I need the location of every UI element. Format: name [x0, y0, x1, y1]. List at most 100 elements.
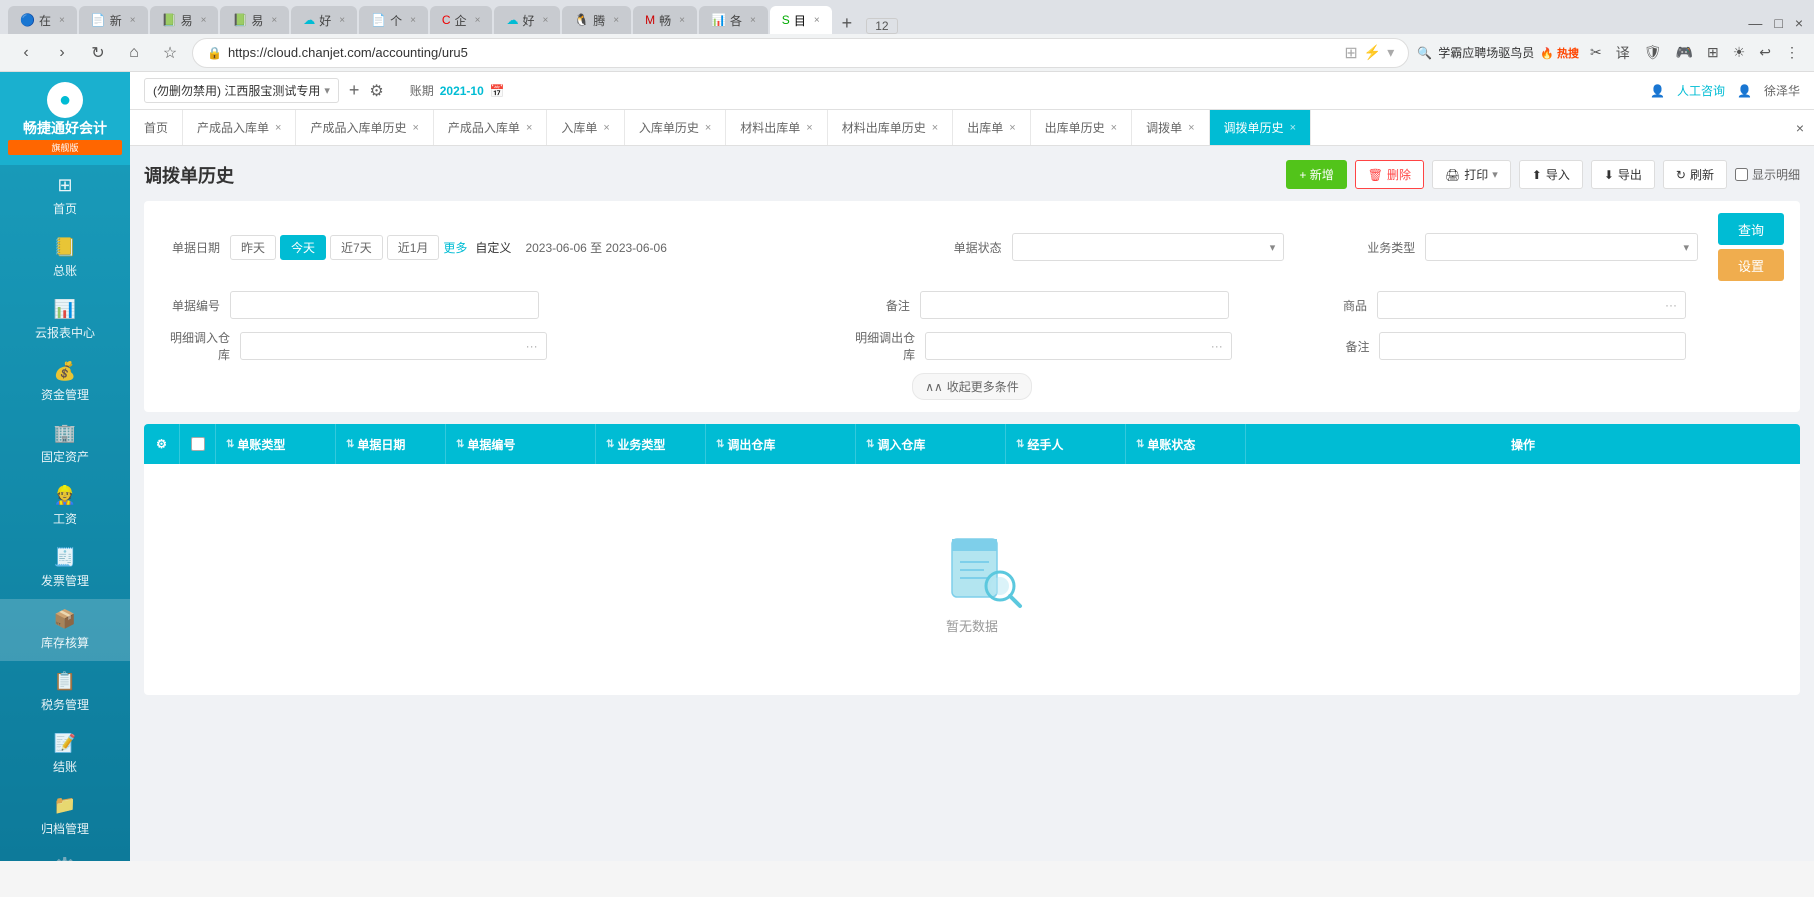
date-btn-today[interactable]: 今天: [280, 235, 326, 260]
import-button[interactable]: ⬆ 导入: [1519, 160, 1583, 189]
query-button[interactable]: 查询: [1718, 213, 1784, 245]
page-tab-8-close[interactable]: ×: [1009, 122, 1015, 134]
sidebar-item-tax[interactable]: 📋 税务管理: [0, 661, 130, 723]
th-in[interactable]: ⇅ 调入仓库: [856, 424, 1006, 464]
note-filter-input[interactable]: [920, 291, 1229, 319]
page-tab-10-close[interactable]: ×: [1188, 122, 1194, 134]
tab-close-all[interactable]: ×: [1786, 120, 1814, 136]
browser-tab-9[interactable]: 🐧腾×: [562, 6, 631, 34]
status-filter-select[interactable]: ▾: [1012, 233, 1285, 261]
th-gear[interactable]: ⚙: [144, 424, 180, 464]
collapse-button[interactable]: ∧∧ 收起更多条件: [912, 373, 1032, 400]
browser-tab-2[interactable]: 📄新×: [79, 6, 148, 34]
page-tab-5-close[interactable]: ×: [705, 122, 711, 134]
header-checkbox[interactable]: [191, 437, 205, 451]
page-tab-7[interactable]: 材料出库单历史 ×: [828, 110, 953, 146]
address-expand[interactable]: ⊞: [1344, 43, 1357, 63]
maximize-button[interactable]: □: [1771, 12, 1785, 34]
sun-button[interactable]: ☀: [1730, 41, 1749, 64]
refresh-button[interactable]: ↻ 刷新: [1663, 160, 1727, 189]
game-button[interactable]: 🎮: [1673, 41, 1696, 64]
date-custom[interactable]: 自定义: [475, 239, 511, 256]
new-button[interactable]: + 新增: [1286, 160, 1346, 189]
page-tab-7-close[interactable]: ×: [932, 122, 938, 134]
number-filter-input[interactable]: [230, 291, 539, 319]
note2-filter-input[interactable]: [1379, 332, 1686, 360]
sidebar-item-settings[interactable]: ⚙️ 基础设置: [0, 847, 130, 861]
th-handler[interactable]: ⇅ 经手人: [1006, 424, 1126, 464]
setting-button[interactable]: 设置: [1718, 249, 1784, 281]
address-lightning[interactable]: ⚡: [1364, 44, 1381, 61]
browser-tab-6[interactable]: 📄个×: [359, 6, 428, 34]
sidebar-item-payroll[interactable]: 👷 工资: [0, 475, 130, 537]
out-warehouse-select[interactable]: ···: [925, 332, 1232, 360]
star-button[interactable]: ☆: [156, 39, 184, 67]
th-type[interactable]: ⇅ 单账类型: [216, 424, 336, 464]
th-date[interactable]: ⇅ 单据日期: [336, 424, 446, 464]
page-tab-1-close[interactable]: ×: [275, 122, 281, 134]
th-check[interactable]: [180, 424, 216, 464]
page-tab-home[interactable]: 首页: [130, 110, 183, 146]
date-more[interactable]: 更多: [443, 239, 467, 256]
browser-tab-12[interactable]: S目×: [770, 6, 832, 34]
new-tab-button[interactable]: +: [834, 13, 861, 34]
sidebar-item-funds[interactable]: 💰 资金管理: [0, 351, 130, 413]
grid-button[interactable]: ⊞: [1704, 41, 1722, 64]
sidebar-item-reports[interactable]: 📊 云报表中心: [0, 289, 130, 351]
date-btn-7days[interactable]: 近7天: [330, 235, 383, 260]
browser-tab-7[interactable]: C企×: [430, 6, 493, 34]
in-warehouse-select[interactable]: ···: [240, 332, 547, 360]
address-chevron[interactable]: ▾: [1387, 44, 1394, 61]
th-status[interactable]: ⇅ 单账状态: [1126, 424, 1246, 464]
page-tab-1[interactable]: 产成品入库单 ×: [183, 110, 296, 146]
sidebar-item-inventory[interactable]: 📦 库存核算: [0, 599, 130, 661]
home-button[interactable]: ⌂: [120, 39, 148, 67]
consultation-label[interactable]: 人工咨询: [1677, 82, 1725, 99]
page-tab-9[interactable]: 出库单历史 ×: [1031, 110, 1132, 146]
btype-filter-select[interactable]: ▾: [1425, 233, 1698, 261]
print-button[interactable]: 🖨 打印 ▾: [1432, 160, 1511, 189]
browser-tab-5[interactable]: ☁好×: [291, 6, 357, 34]
browser-tab-4[interactable]: 📗易×: [220, 6, 289, 34]
browser-tab-8[interactable]: ☁好×: [494, 6, 560, 34]
shield-button[interactable]: 🛡: [1641, 41, 1665, 64]
export-button[interactable]: ⬇ 导出: [1591, 160, 1655, 189]
add-company-button[interactable]: +: [349, 80, 360, 101]
refresh-nav-button[interactable]: ↻: [84, 39, 112, 67]
delete-button[interactable]: 🗑 删除: [1355, 160, 1424, 189]
page-tab-2[interactable]: 产成品入库单历史 ×: [296, 110, 433, 146]
sidebar-item-invoice[interactable]: 🧾 发票管理: [0, 537, 130, 599]
sidebar-item-archive[interactable]: 📁 归档管理: [0, 785, 130, 847]
back-button[interactable]: ‹: [12, 39, 40, 67]
close-button[interactable]: ×: [1792, 12, 1806, 34]
page-tab-3[interactable]: 产成品入库单 ×: [434, 110, 547, 146]
undo-button[interactable]: ↩: [1756, 41, 1774, 64]
page-tab-2-close[interactable]: ×: [412, 122, 418, 134]
calendar-icon[interactable]: 📅: [490, 84, 505, 98]
page-tab-6[interactable]: 材料出库单 ×: [726, 110, 827, 146]
sidebar-item-closing[interactable]: 📝 结账: [0, 723, 130, 785]
page-tab-9-close[interactable]: ×: [1111, 122, 1117, 134]
sidebar-item-assets[interactable]: 🏢 固定资产: [0, 413, 130, 475]
browser-tab-10[interactable]: M畅×: [633, 6, 697, 34]
sidebar-item-home[interactable]: ⊞ 首页: [0, 165, 130, 227]
page-tab-4[interactable]: 入库单 ×: [547, 110, 624, 146]
page-tab-11-close[interactable]: ×: [1290, 122, 1296, 134]
th-btype[interactable]: ⇅ 业务类型: [596, 424, 706, 464]
page-tab-5[interactable]: 入库单历史 ×: [625, 110, 726, 146]
goods-filter-select[interactable]: ···: [1377, 291, 1686, 319]
page-tab-6-close[interactable]: ×: [806, 122, 812, 134]
more-button[interactable]: ⋮: [1782, 41, 1802, 64]
company-selector[interactable]: (勿删勿禁用) 江西服宝测试专用 ▾: [144, 78, 339, 103]
user-name[interactable]: 徐泽华: [1764, 82, 1800, 99]
display-toggle-checkbox[interactable]: [1735, 168, 1748, 181]
th-out[interactable]: ⇅ 调出仓库: [706, 424, 856, 464]
page-tab-3-close[interactable]: ×: [526, 122, 532, 134]
settings-top-button[interactable]: ⚙: [369, 81, 383, 101]
forward-button[interactable]: ›: [48, 39, 76, 67]
date-btn-yesterday[interactable]: 昨天: [230, 235, 276, 260]
page-tab-10[interactable]: 调拨单 ×: [1132, 110, 1209, 146]
browser-tab-11[interactable]: 📊各×: [699, 6, 768, 34]
date-btn-1month[interactable]: 近1月: [387, 235, 440, 260]
tab-count[interactable]: 12: [866, 18, 897, 34]
